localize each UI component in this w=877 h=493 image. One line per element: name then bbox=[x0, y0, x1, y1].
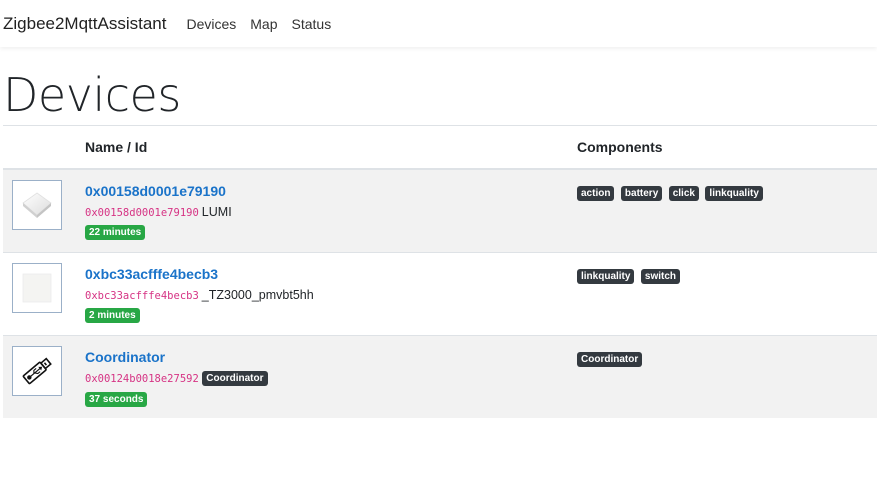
component-badge: linkquality bbox=[577, 268, 635, 284]
device-thumbnail[interactable] bbox=[12, 262, 62, 313]
device-id: 0x00124b0018e27592 bbox=[85, 372, 199, 385]
device-name-cell: 0x00158d0001e79190 0x00158d0001e79190 LUM… bbox=[85, 168, 577, 252]
component-badge: click bbox=[668, 186, 699, 202]
brand-link[interactable]: Zigbee2MqttAssistant bbox=[3, 14, 166, 34]
nav-devices[interactable]: Devices bbox=[186, 16, 236, 32]
component-badge: action bbox=[577, 186, 615, 202]
switch-module-icon bbox=[22, 273, 52, 302]
nav-map[interactable]: Map bbox=[250, 16, 277, 32]
component-badge: switch bbox=[640, 268, 681, 284]
device-image-cell bbox=[3, 168, 85, 252]
device-model: _TZ3000_pmvbt5hh bbox=[201, 287, 314, 302]
components-cell: linkquality switch bbox=[577, 251, 877, 335]
table-row: 0x00158d0001e79190 0x00158d0001e79190 LUM… bbox=[3, 168, 877, 252]
device-thumbnail[interactable] bbox=[12, 180, 62, 230]
components-cell: action battery click linkquality bbox=[577, 168, 877, 252]
device-name-link[interactable]: Coordinator bbox=[85, 349, 165, 365]
components-cell: Coordinator bbox=[577, 334, 877, 418]
device-model-badge: Coordinator bbox=[202, 370, 268, 386]
header-components: Components bbox=[577, 125, 877, 170]
last-seen-wrapper: 22 minutes bbox=[85, 224, 577, 242]
component-badge: battery bbox=[620, 186, 663, 202]
component-badge: Coordinator bbox=[577, 351, 643, 367]
device-id: 0x00158d0001e79190 bbox=[85, 207, 199, 219]
last-seen-wrapper: 37 seconds bbox=[85, 391, 577, 409]
device-image-cell bbox=[3, 334, 85, 418]
device-name-link[interactable]: 0xbc33acfffe4becb3 bbox=[85, 266, 218, 282]
table-row: 0xbc33acfffe4becb3 0xbc33acfffe4becb3 _TZ… bbox=[3, 251, 877, 335]
usb-stick-icon bbox=[22, 357, 52, 384]
table-header-row: Name / Id Components bbox=[3, 125, 877, 170]
devices-table: Name / Id Components 0x00158d0001e79190 … bbox=[3, 125, 877, 418]
lumi-button-icon bbox=[22, 192, 52, 218]
device-id-line: 0x00124b0018e27592 Coordinator bbox=[85, 370, 577, 386]
device-id: 0xbc33acfffe4becb3 bbox=[85, 289, 199, 302]
device-name-cell: Coordinator 0x00124b0018e27592 Coordinat… bbox=[85, 334, 577, 418]
last-seen-badge: 37 seconds bbox=[85, 391, 148, 407]
device-thumbnail[interactable] bbox=[12, 345, 62, 396]
navbar: Zigbee2MqttAssistant Devices Map Status bbox=[0, 0, 877, 47]
device-model: LUMI bbox=[201, 205, 232, 219]
last-seen-badge: 22 minutes bbox=[85, 225, 146, 241]
device-name-cell: 0xbc33acfffe4becb3 0xbc33acfffe4becb3 _TZ… bbox=[85, 251, 577, 335]
table-row: Coordinator 0x00124b0018e27592 Coordinat… bbox=[3, 334, 877, 418]
header-image bbox=[3, 125, 85, 170]
device-id-line: 0xbc33acfffe4becb3 _TZ3000_pmvbt5hh bbox=[85, 288, 577, 302]
device-id-line: 0x00158d0001e79190 LUMI bbox=[85, 205, 577, 219]
device-name-link[interactable]: 0x00158d0001e79190 bbox=[85, 183, 226, 199]
device-image-cell bbox=[3, 251, 85, 335]
last-seen-badge: 2 minutes bbox=[85, 307, 140, 323]
last-seen-wrapper: 2 minutes bbox=[85, 307, 577, 325]
header-name-id: Name / Id bbox=[85, 125, 577, 170]
page-title: Devices bbox=[3, 68, 181, 122]
devices-table-wrapper: Name / Id Components 0x00158d0001e79190 … bbox=[3, 125, 877, 418]
component-badge: linkquality bbox=[705, 186, 763, 202]
nav-status[interactable]: Status bbox=[292, 16, 332, 32]
